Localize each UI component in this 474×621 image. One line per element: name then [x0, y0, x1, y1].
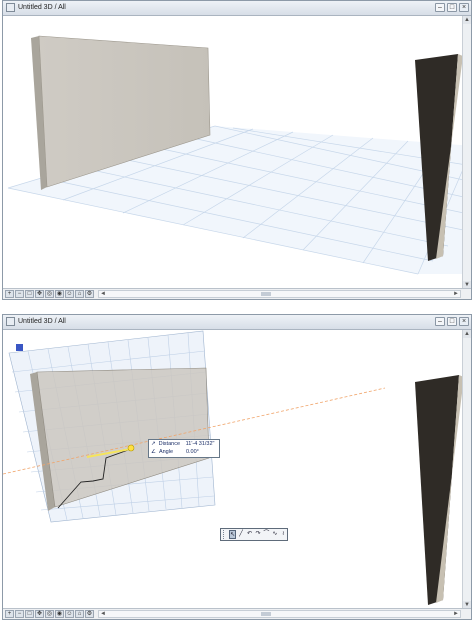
- maximize-button[interactable]: □: [447, 3, 457, 12]
- scroll-thumb[interactable]: [261, 292, 272, 296]
- pan-icon[interactable]: ✥: [35, 610, 44, 618]
- vertical-scrollbar[interactable]: ▲ ▼: [462, 16, 471, 289]
- window-title: Untitled 3D / All: [18, 318, 66, 325]
- zoom-out-icon[interactable]: −: [15, 610, 24, 618]
- distance-icon: ↗: [151, 441, 156, 447]
- 3d-window-top: Untitled 3D / All – □ × ▲ ▼ + − □ ✥ ◎ ◉ …: [2, 0, 472, 300]
- explore-icon[interactable]: ◉: [55, 610, 64, 618]
- pet-palette: ↖ ╱ ↶ ↷ ⌒ ∿ ≀: [220, 528, 288, 541]
- scene-top: [7, 35, 462, 275]
- title-bar[interactable]: Untitled 3D / All – □ ×: [3, 1, 471, 16]
- scroll-up-arrow-icon[interactable]: ▲: [463, 330, 471, 338]
- status-bar: + − □ ✥ ◎ ◉ ☺ ⌂ ⚙ ◄ ►: [3, 288, 471, 299]
- horizontal-scrollbar[interactable]: ◄ ►: [98, 610, 461, 618]
- pan-icon[interactable]: ✥: [35, 290, 44, 298]
- close-button[interactable]: ×: [459, 3, 469, 12]
- fit-icon[interactable]: □: [25, 290, 34, 298]
- horizontal-scrollbar[interactable]: ◄ ►: [98, 290, 461, 298]
- settings-icon[interactable]: ⚙: [85, 610, 94, 618]
- angle-value[interactable]: 0.00°: [186, 448, 199, 456]
- zoom-in-icon[interactable]: +: [5, 610, 14, 618]
- view-options-icon[interactable]: ⌂: [75, 290, 84, 298]
- zoom-out-icon[interactable]: −: [15, 290, 24, 298]
- spline-icon[interactable]: ≀: [280, 530, 287, 539]
- angle-label: Angle: [158, 449, 174, 455]
- snap-point-icon[interactable]: [127, 444, 135, 452]
- walk-icon[interactable]: ☺: [65, 610, 74, 618]
- status-bar: + − □ ✥ ◎ ◉ ☺ ⌂ ⚙ ◄ ►: [3, 608, 471, 619]
- orbit-icon[interactable]: ◎: [45, 610, 54, 618]
- angle-icon: ∠: [151, 449, 156, 455]
- scene-bottom: [3, 330, 462, 605]
- window-app-icon: [6, 317, 15, 326]
- title-bar[interactable]: Untitled 3D / All – □ ×: [3, 315, 471, 330]
- arc-icon[interactable]: ↶: [246, 530, 253, 539]
- curve-icon[interactable]: ∿: [271, 530, 278, 539]
- settings-icon[interactable]: ⚙: [85, 290, 94, 298]
- scroll-right-arrow-icon[interactable]: ►: [452, 290, 460, 298]
- minimize-button[interactable]: –: [435, 3, 445, 12]
- palette-grip[interactable]: [223, 530, 227, 539]
- window-app-icon: [6, 3, 15, 12]
- 3d-viewport[interactable]: [3, 330, 462, 609]
- distance-label: Distance: [158, 441, 181, 447]
- walk-icon[interactable]: ☺: [65, 290, 74, 298]
- arc-2-icon[interactable]: ↷: [254, 530, 261, 539]
- zoom-in-icon[interactable]: +: [5, 290, 14, 298]
- wall-dark[interactable]: [415, 375, 462, 605]
- 3d-viewport[interactable]: [3, 16, 462, 289]
- scroll-left-arrow-icon[interactable]: ◄: [99, 610, 107, 618]
- line-icon[interactable]: ╱: [237, 530, 244, 539]
- tracker-popup[interactable]: ↗ Distance 11'-4 31/32" ∠ Angle 0.00°: [148, 439, 220, 458]
- minimize-button[interactable]: –: [435, 317, 445, 326]
- arc-3-icon[interactable]: ⌒: [263, 530, 270, 539]
- maximize-button[interactable]: □: [447, 317, 457, 326]
- scroll-right-arrow-icon[interactable]: ►: [452, 610, 460, 618]
- window-title: Untitled 3D / All: [18, 4, 66, 11]
- scroll-left-arrow-icon[interactable]: ◄: [99, 290, 107, 298]
- fit-icon[interactable]: □: [25, 610, 34, 618]
- orientation-marker-icon: [16, 344, 23, 351]
- close-button[interactable]: ×: [459, 317, 469, 326]
- 3d-window-bottom: Untitled 3D / All – □ × ▲ ▼ + − □ ✥ ◎ ◉ …: [2, 314, 472, 620]
- distance-value[interactable]: 11'-4 31/32": [186, 440, 215, 448]
- vertical-scrollbar[interactable]: ▲ ▼: [462, 330, 471, 609]
- orbit-icon[interactable]: ◎: [45, 290, 54, 298]
- view-options-icon[interactable]: ⌂: [75, 610, 84, 618]
- pointer-icon[interactable]: ↖: [228, 530, 237, 539]
- explore-icon[interactable]: ◉: [55, 290, 64, 298]
- scroll-thumb[interactable]: [261, 612, 272, 616]
- scroll-up-arrow-icon[interactable]: ▲: [463, 16, 471, 24]
